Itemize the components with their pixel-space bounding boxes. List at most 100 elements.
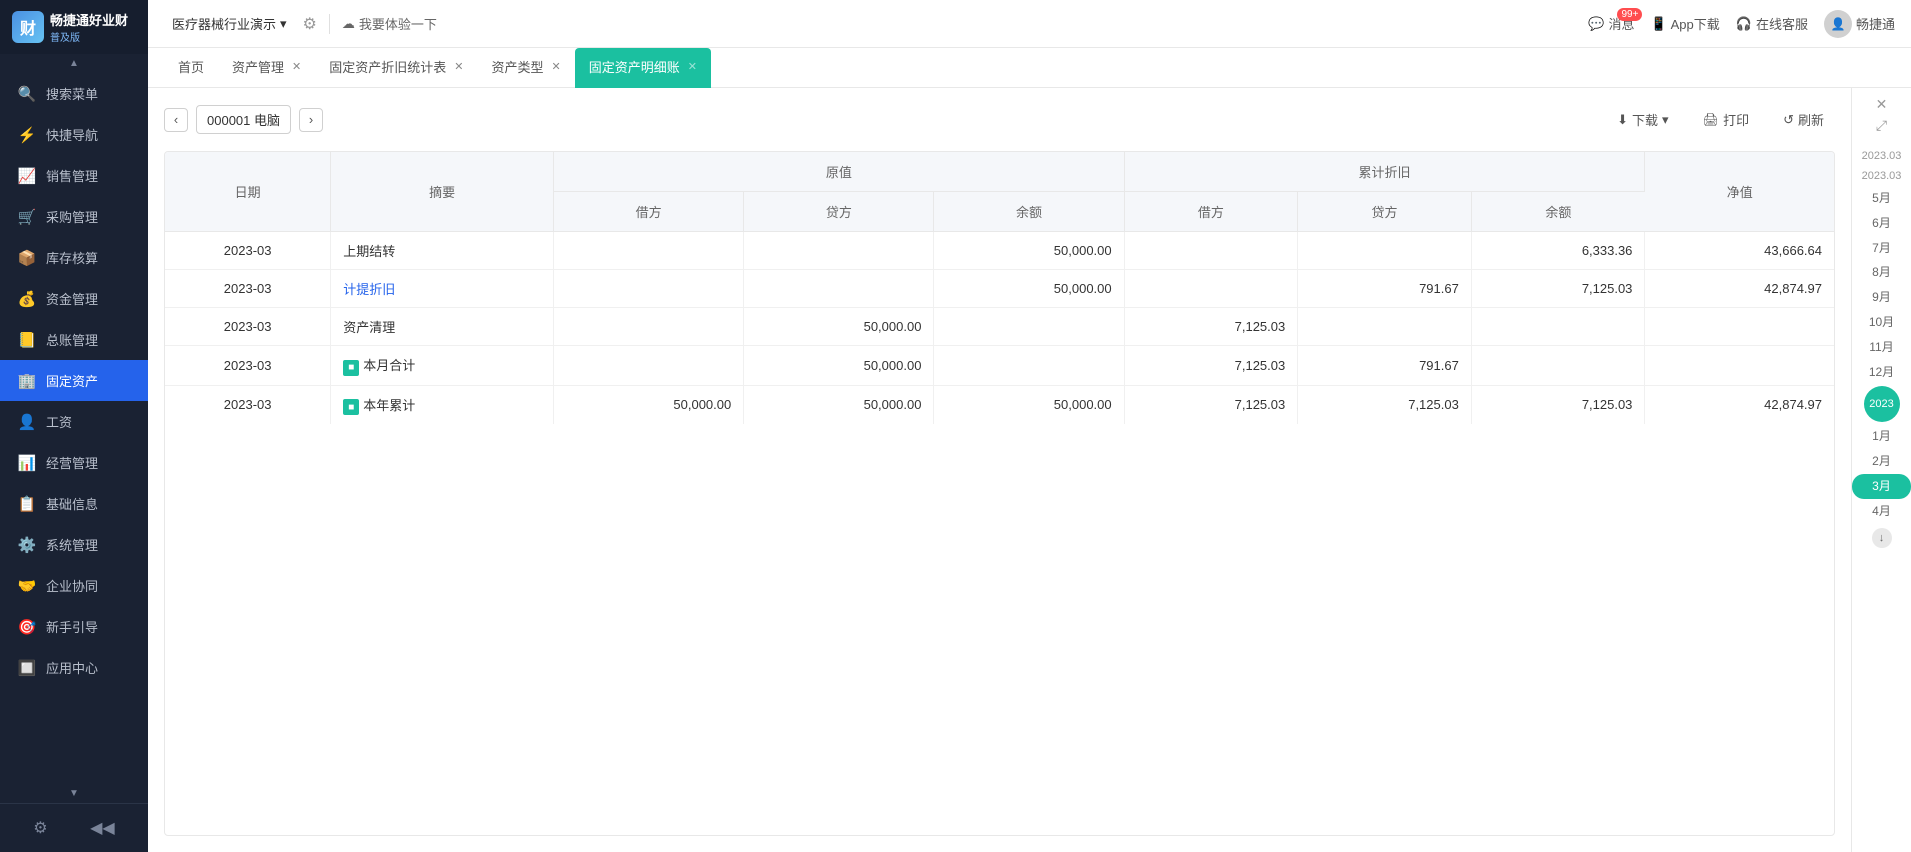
timeline-month-8[interactable]: 8月 [1852, 260, 1911, 285]
experience-link[interactable]: ☁ 我要体验一下 [342, 14, 437, 33]
timeline-month-6[interactable]: 6月 [1852, 211, 1911, 236]
col-net-value: 净值 [1645, 152, 1834, 232]
col-summary: 摘要 [331, 152, 554, 232]
col-accum-debit: 借方 [1124, 192, 1298, 232]
timeline-month-1[interactable]: 1月 [1852, 424, 1911, 449]
sidebar-item-basic-info[interactable]: 📋 基础信息 [0, 483, 148, 524]
logo-sub: 普及版 [50, 29, 128, 44]
next-icon: › [309, 112, 313, 127]
sidebar-item-sales[interactable]: 📈 销售管理 [0, 155, 148, 196]
cell-date: 2023-03 [165, 308, 331, 346]
tab-depreciation-stat[interactable]: 固定资产折旧统计表 ✕ [315, 48, 477, 88]
sidebar-item-general-ledger[interactable]: 📒 总账管理 [0, 319, 148, 360]
cell-net-value: 42,874.97 [1645, 385, 1834, 424]
timeline-month-9[interactable]: 9月 [1852, 285, 1911, 310]
timeline-month-2[interactable]: 2月 [1852, 449, 1911, 474]
company-dropdown-icon: ▾ [280, 16, 287, 32]
timeline-month-10[interactable]: 10月 [1852, 310, 1911, 335]
tab-depreciation-stat-label: 固定资产折旧统计表 [329, 57, 446, 76]
purchase-icon: 🛒 [18, 208, 36, 226]
cell-orig-credit [744, 270, 934, 308]
print-button[interactable]: 🖨 打印 [1692, 104, 1761, 135]
tab-asset-detail-close[interactable]: ✕ [688, 60, 697, 73]
download-icon: ⬇ [1617, 112, 1628, 128]
quick-nav-icon: ⚡ [18, 126, 36, 144]
main-area: 医疗器械行业演示 ▾ ⚙ ☁ 我要体验一下 💬 消息 99 📱 App下载 🎧 … [148, 0, 1911, 852]
col-date: 日期 [165, 152, 331, 232]
timeline-down-arrow[interactable]: ↓ [1872, 528, 1892, 548]
next-asset-button[interactable]: › [299, 108, 323, 132]
timeline-month-5[interactable]: 5月 [1852, 186, 1911, 211]
sidebar-item-system[interactable]: ⚙️ 系统管理 [0, 524, 148, 565]
sidebar-item-label: 搜索菜单 [46, 84, 98, 103]
tab-depreciation-stat-close[interactable]: ✕ [454, 60, 463, 73]
cell-summary: 上期结转 [331, 232, 554, 270]
col-accum-credit: 贷方 [1298, 192, 1472, 232]
message-button[interactable]: 💬 消息 99 [1588, 14, 1634, 33]
tab-home[interactable]: 首页 [164, 48, 218, 88]
tab-asset-detail[interactable]: 固定资产明细账 ✕ [575, 48, 711, 88]
cell-orig-balance: 50,000.00 [934, 270, 1124, 308]
timeline-top-date1: 2023.03 [1860, 146, 1904, 166]
timeline-year-badge[interactable]: 2023 [1864, 386, 1900, 422]
cell-orig-debit [554, 232, 744, 270]
sidebar-item-app-center[interactable]: 🔲 应用中心 [0, 647, 148, 688]
download-button[interactable]: ⬇ 下载 ▾ [1606, 104, 1679, 135]
cell-date: 2023-03 [165, 346, 331, 386]
settings-gear-icon[interactable]: ⚙ [303, 14, 317, 34]
timeline-month-7[interactable]: 7月 [1852, 236, 1911, 261]
sidebar-item-purchase[interactable]: 🛒 采购管理 [0, 196, 148, 237]
prev-asset-button[interactable]: ‹ [164, 108, 188, 132]
col-original-value: 原值 [554, 152, 1125, 192]
collapse-button[interactable]: ◀◀ [86, 814, 119, 842]
cell-accum-balance [1471, 346, 1645, 386]
timeline-month-11[interactable]: 11月 [1852, 335, 1911, 360]
settings-button[interactable]: ⚙ [29, 814, 51, 842]
tab-asset-type[interactable]: 资产类型 ✕ [477, 48, 574, 88]
summary-icon: ■ [343, 399, 359, 415]
sidebar-item-label: 经营管理 [46, 453, 98, 472]
panel-expand-button[interactable]: ⤢ [1876, 117, 1887, 134]
payroll-icon: 👤 [18, 413, 36, 431]
collaboration-icon: 🤝 [18, 577, 36, 595]
user-profile[interactable]: 👤 畅捷通 [1824, 10, 1895, 38]
tab-asset-mgmt-close[interactable]: ✕ [292, 60, 301, 73]
content-area: ‹ 000001 电脑 › ⬇ 下载 ▾ 🖨 打印 [148, 88, 1911, 852]
cell-orig-balance [934, 308, 1124, 346]
sidebar-item-operations[interactable]: 📊 经营管理 [0, 442, 148, 483]
table-row: 2023-03 资产清理 50,000.00 7,125.03 [165, 308, 1834, 346]
sidebar-item-quick-nav[interactable]: ⚡ 快捷导航 [0, 114, 148, 155]
ledger-table-wrapper: 日期 摘要 原值 累计折旧 净值 借方 贷方 余额 借方 贷方 余额 [164, 151, 1835, 836]
company-selector[interactable]: 医疗器械行业演示 ▾ [164, 10, 295, 37]
sidebar-item-payroll[interactable]: 👤 工资 [0, 401, 148, 442]
topbar-right: 💬 消息 99 📱 App下载 🎧 在线客服 👤 畅捷通 [1588, 10, 1895, 38]
refresh-icon: ↺ [1783, 112, 1794, 128]
app-download-label: App下载 [1671, 14, 1720, 33]
sidebar-item-search[interactable]: 🔍 搜索菜单 [0, 73, 148, 114]
timeline-month-12[interactable]: 12月 [1852, 360, 1911, 385]
cell-net-value: 43,666.64 [1645, 232, 1834, 270]
timeline-month-4[interactable]: 4月 [1852, 499, 1911, 524]
sidebar-scroll-down[interactable]: ▼ [0, 784, 148, 803]
cell-net-value: 42,874.97 [1645, 270, 1834, 308]
sidebar-scroll-up[interactable]: ▲ [0, 54, 148, 73]
sidebar-item-inventory[interactable]: 📦 库存核算 [0, 237, 148, 278]
cell-orig-balance: 50,000.00 [934, 385, 1124, 424]
sidebar-item-label: 企业协同 [46, 576, 98, 595]
tab-asset-mgmt[interactable]: 资产管理 ✕ [218, 48, 315, 88]
app-download-button[interactable]: 📱 App下载 [1650, 14, 1719, 33]
refresh-button[interactable]: ↺ 刷新 [1772, 104, 1835, 135]
sidebar-item-label: 快捷导航 [46, 125, 98, 144]
sidebar-item-capital[interactable]: 💰 资金管理 [0, 278, 148, 319]
cell-summary: 计提折旧 [331, 270, 554, 308]
timeline-month-3[interactable]: 3月 [1852, 474, 1911, 499]
panel-close-button[interactable]: ✕ [1876, 96, 1888, 113]
cell-orig-debit: 50,000.00 [554, 385, 744, 424]
sidebar-item-guide[interactable]: 🎯 新手引导 [0, 606, 148, 647]
company-name: 医疗器械行业演示 [172, 14, 276, 33]
cell-accum-balance: 7,125.03 [1471, 385, 1645, 424]
tab-asset-type-close[interactable]: ✕ [552, 60, 561, 73]
online-service-button[interactable]: 🎧 在线客服 [1736, 14, 1808, 33]
sidebar-item-fixed-assets[interactable]: 🏢 固定资产 [0, 360, 148, 401]
sidebar-item-collaboration[interactable]: 🤝 企业协同 [0, 565, 148, 606]
